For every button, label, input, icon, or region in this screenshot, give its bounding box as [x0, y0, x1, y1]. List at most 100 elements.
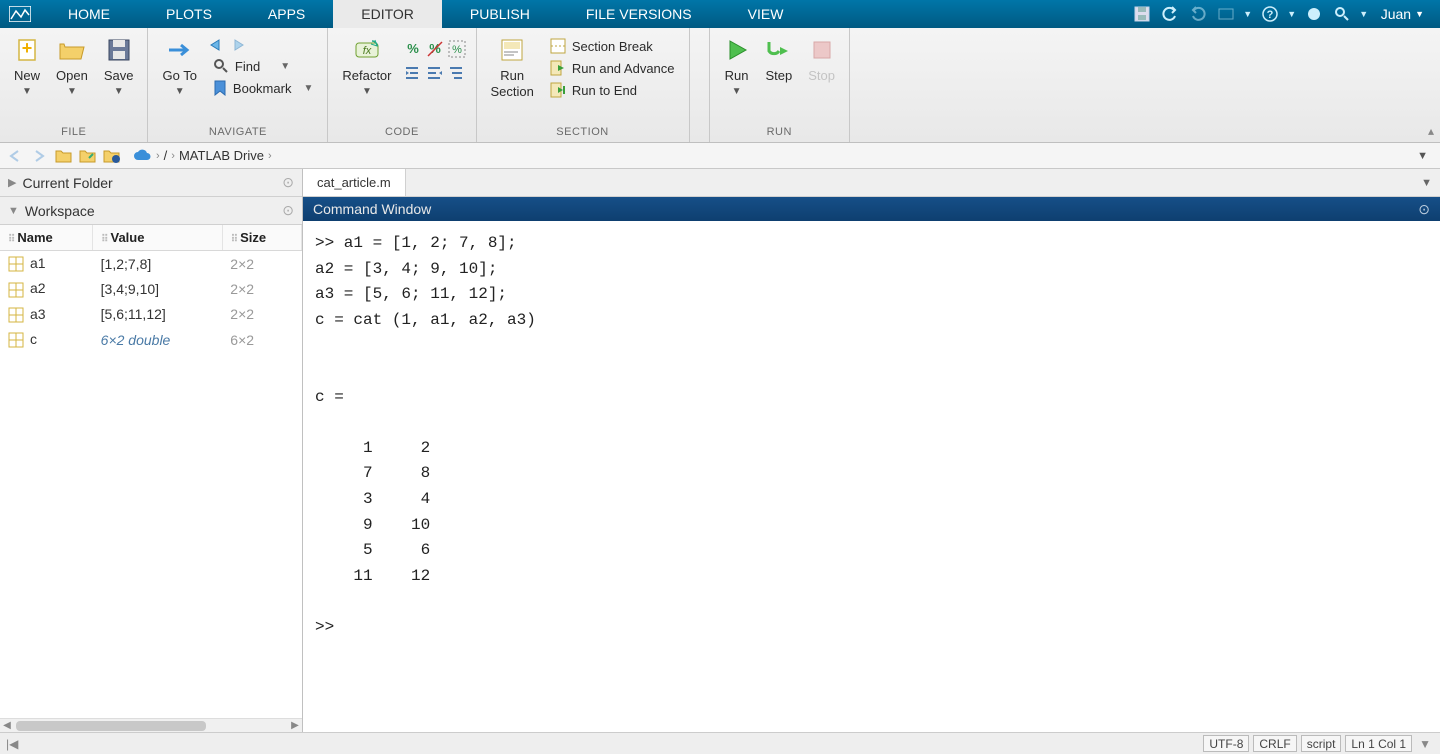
- status-cursor: Ln 1 Col 1: [1345, 735, 1412, 752]
- command-window-header[interactable]: Command Window ⊙: [303, 197, 1440, 221]
- menu-bar: HOME PLOTS APPS EDITOR PUBLISH FILE VERS…: [0, 0, 1440, 28]
- command-window[interactable]: >> a1 = [1, 2; 7, 8]; a2 = [3, 4; 9, 10]…: [303, 221, 1440, 732]
- group-label: SECTION: [483, 126, 683, 140]
- group-section: Run Section Section Break Run and Advanc…: [477, 28, 690, 142]
- indent-icon[interactable]: [404, 64, 422, 82]
- table-row[interactable]: c 6×2 double 6×2: [0, 327, 302, 352]
- main-area: ▶ Current Folder ⊙ ▼ Workspace ⊙ ⠿Name ⠿…: [0, 169, 1440, 732]
- col-header-name[interactable]: ⠿Name: [0, 225, 93, 251]
- bookmark-button[interactable]: Bookmark▼: [207, 78, 319, 98]
- editor-area: cat_article.m ▼ Command Window ⊙ >> a1 =…: [303, 169, 1440, 732]
- folder-drive-icon[interactable]: [102, 146, 122, 166]
- status-filetype[interactable]: script: [1301, 735, 1342, 752]
- breadcrumb-item[interactable]: MATLAB Drive: [179, 148, 264, 163]
- status-eol[interactable]: CRLF: [1253, 735, 1296, 752]
- left-sidebar: ▶ Current Folder ⊙ ▼ Workspace ⊙ ⠿Name ⠿…: [0, 169, 303, 732]
- group-label: NAVIGATE: [154, 126, 321, 140]
- quick-access-toolbar: ▼ ? ▼ ▼ Juan▼: [1131, 0, 1440, 28]
- smart-indent-icon[interactable]: [448, 64, 466, 82]
- nav-forward-icon[interactable]: [231, 38, 249, 52]
- app-logo-icon: [0, 6, 40, 22]
- scroll-thumb[interactable]: [16, 721, 206, 731]
- new-button[interactable]: + New▼: [6, 32, 48, 101]
- status-bar: |◀ UTF-8 CRLF script Ln 1 Col 1 ▼: [0, 732, 1440, 754]
- go-to-start-icon[interactable]: |◀: [6, 737, 26, 751]
- tab-apps[interactable]: APPS: [240, 0, 333, 28]
- tab-editor[interactable]: EDITOR: [333, 0, 442, 28]
- dropdown-icon[interactable]: ▼: [1359, 4, 1369, 24]
- table-row[interactable]: a3 [5,6;11,12] 2×2: [0, 302, 302, 327]
- tab-overflow-icon[interactable]: ▼: [1421, 177, 1440, 189]
- save-quick-icon[interactable]: [1131, 4, 1153, 24]
- tab-view[interactable]: VIEW: [720, 0, 812, 28]
- uncomment-icon[interactable]: %: [426, 40, 444, 58]
- refactor-button[interactable]: fx Refactor▼: [334, 32, 399, 101]
- help-icon[interactable]: ?: [1259, 4, 1281, 24]
- undo-icon[interactable]: [1159, 4, 1181, 24]
- nav-back-icon[interactable]: [6, 146, 26, 166]
- breadcrumb-root[interactable]: /: [164, 148, 168, 163]
- find-button[interactable]: Find▼: [207, 56, 319, 76]
- scroll-right-icon[interactable]: ▶: [288, 719, 302, 733]
- group-file: + New▼ Open▼ Save▼ FILE: [0, 28, 148, 142]
- tab-publish[interactable]: PUBLISH: [442, 0, 558, 28]
- nav-forward-icon[interactable]: [30, 146, 50, 166]
- toolstrip-ribbon: + New▼ Open▼ Save▼ FILE Go To▼: [0, 28, 1440, 143]
- status-dropdown-icon[interactable]: ▼: [1416, 737, 1434, 751]
- address-bar: › / › MATLAB Drive › ▼: [0, 143, 1440, 169]
- current-folder-header[interactable]: ▶ Current Folder ⊙: [0, 169, 302, 197]
- run-advance-button[interactable]: Run and Advance: [544, 58, 681, 78]
- open-button[interactable]: Open▼: [48, 32, 96, 101]
- col-header-value[interactable]: ⠿Value: [93, 225, 223, 251]
- dropdown-icon[interactable]: ▼: [1287, 4, 1297, 24]
- group-navigate: Go To▼ Find▼ Bookmark▼ NAVIGATE: [148, 28, 328, 142]
- search-icon[interactable]: [1331, 4, 1353, 24]
- user-menu[interactable]: Juan▼: [1375, 6, 1430, 22]
- dropdown-icon[interactable]: ▼: [1243, 4, 1253, 24]
- tab-home[interactable]: HOME: [40, 0, 138, 28]
- group-spacer: [690, 28, 710, 142]
- group-label: CODE: [334, 126, 469, 140]
- path-dropdown-icon[interactable]: ▼: [1417, 150, 1434, 162]
- group-run: Run▼ Step Stop RUN: [710, 28, 851, 142]
- chevron-right-icon: ▶: [8, 176, 16, 189]
- file-tab[interactable]: cat_article.m: [303, 169, 406, 196]
- panel-options-icon[interactable]: ⊙: [1418, 201, 1430, 218]
- outdent-icon[interactable]: [426, 64, 444, 82]
- scroll-left-icon[interactable]: ◀: [0, 719, 14, 733]
- comment-icon[interactable]: %: [404, 40, 422, 58]
- workspace-header[interactable]: ▼ Workspace ⊙: [0, 197, 302, 225]
- group-label: FILE: [6, 126, 141, 140]
- comment-wrap-icon[interactable]: %: [448, 40, 466, 58]
- minimize-ribbon-icon[interactable]: ▴: [1428, 124, 1434, 138]
- step-button[interactable]: Step: [758, 32, 801, 88]
- run-button[interactable]: Run▼: [716, 32, 758, 101]
- globe-icon[interactable]: [1303, 4, 1325, 24]
- nav-back-icon[interactable]: [209, 38, 227, 52]
- section-break-button[interactable]: Section Break: [544, 36, 681, 56]
- svg-text:fx: fx: [363, 45, 372, 57]
- horizontal-scrollbar[interactable]: ◀ ▶: [0, 718, 302, 732]
- svg-text:+: +: [22, 38, 33, 58]
- folder-up-icon[interactable]: [54, 146, 74, 166]
- redo-icon[interactable]: [1187, 4, 1209, 24]
- save-button[interactable]: Save▼: [96, 32, 142, 101]
- table-row[interactable]: a2 [3,4;9,10] 2×2: [0, 276, 302, 301]
- status-encoding[interactable]: UTF-8: [1203, 735, 1249, 752]
- svg-text:%: %: [452, 44, 462, 56]
- tab-plots[interactable]: PLOTS: [138, 0, 240, 28]
- panel-options-icon[interactable]: ⊙: [282, 202, 294, 219]
- breadcrumb-separator-icon: ›: [171, 150, 175, 162]
- panel-options-icon[interactable]: ⊙: [282, 174, 294, 191]
- tab-file-versions[interactable]: FILE VERSIONS: [558, 0, 720, 28]
- cloud-icon[interactable]: [132, 149, 152, 163]
- breadcrumb-separator-icon: ›: [268, 150, 272, 162]
- breadcrumb-separator-icon: ›: [156, 150, 160, 162]
- goto-button[interactable]: Go To▼: [154, 32, 204, 101]
- col-header-size[interactable]: ⠿Size: [222, 225, 301, 251]
- table-row[interactable]: a1 [1,2;7,8] 2×2: [0, 251, 302, 277]
- stop-button[interactable]: Stop: [800, 32, 843, 88]
- folder-open-icon[interactable]: [78, 146, 98, 166]
- run-to-end-button[interactable]: Run to End: [544, 80, 681, 100]
- run-section-button[interactable]: Run Section: [483, 32, 542, 103]
